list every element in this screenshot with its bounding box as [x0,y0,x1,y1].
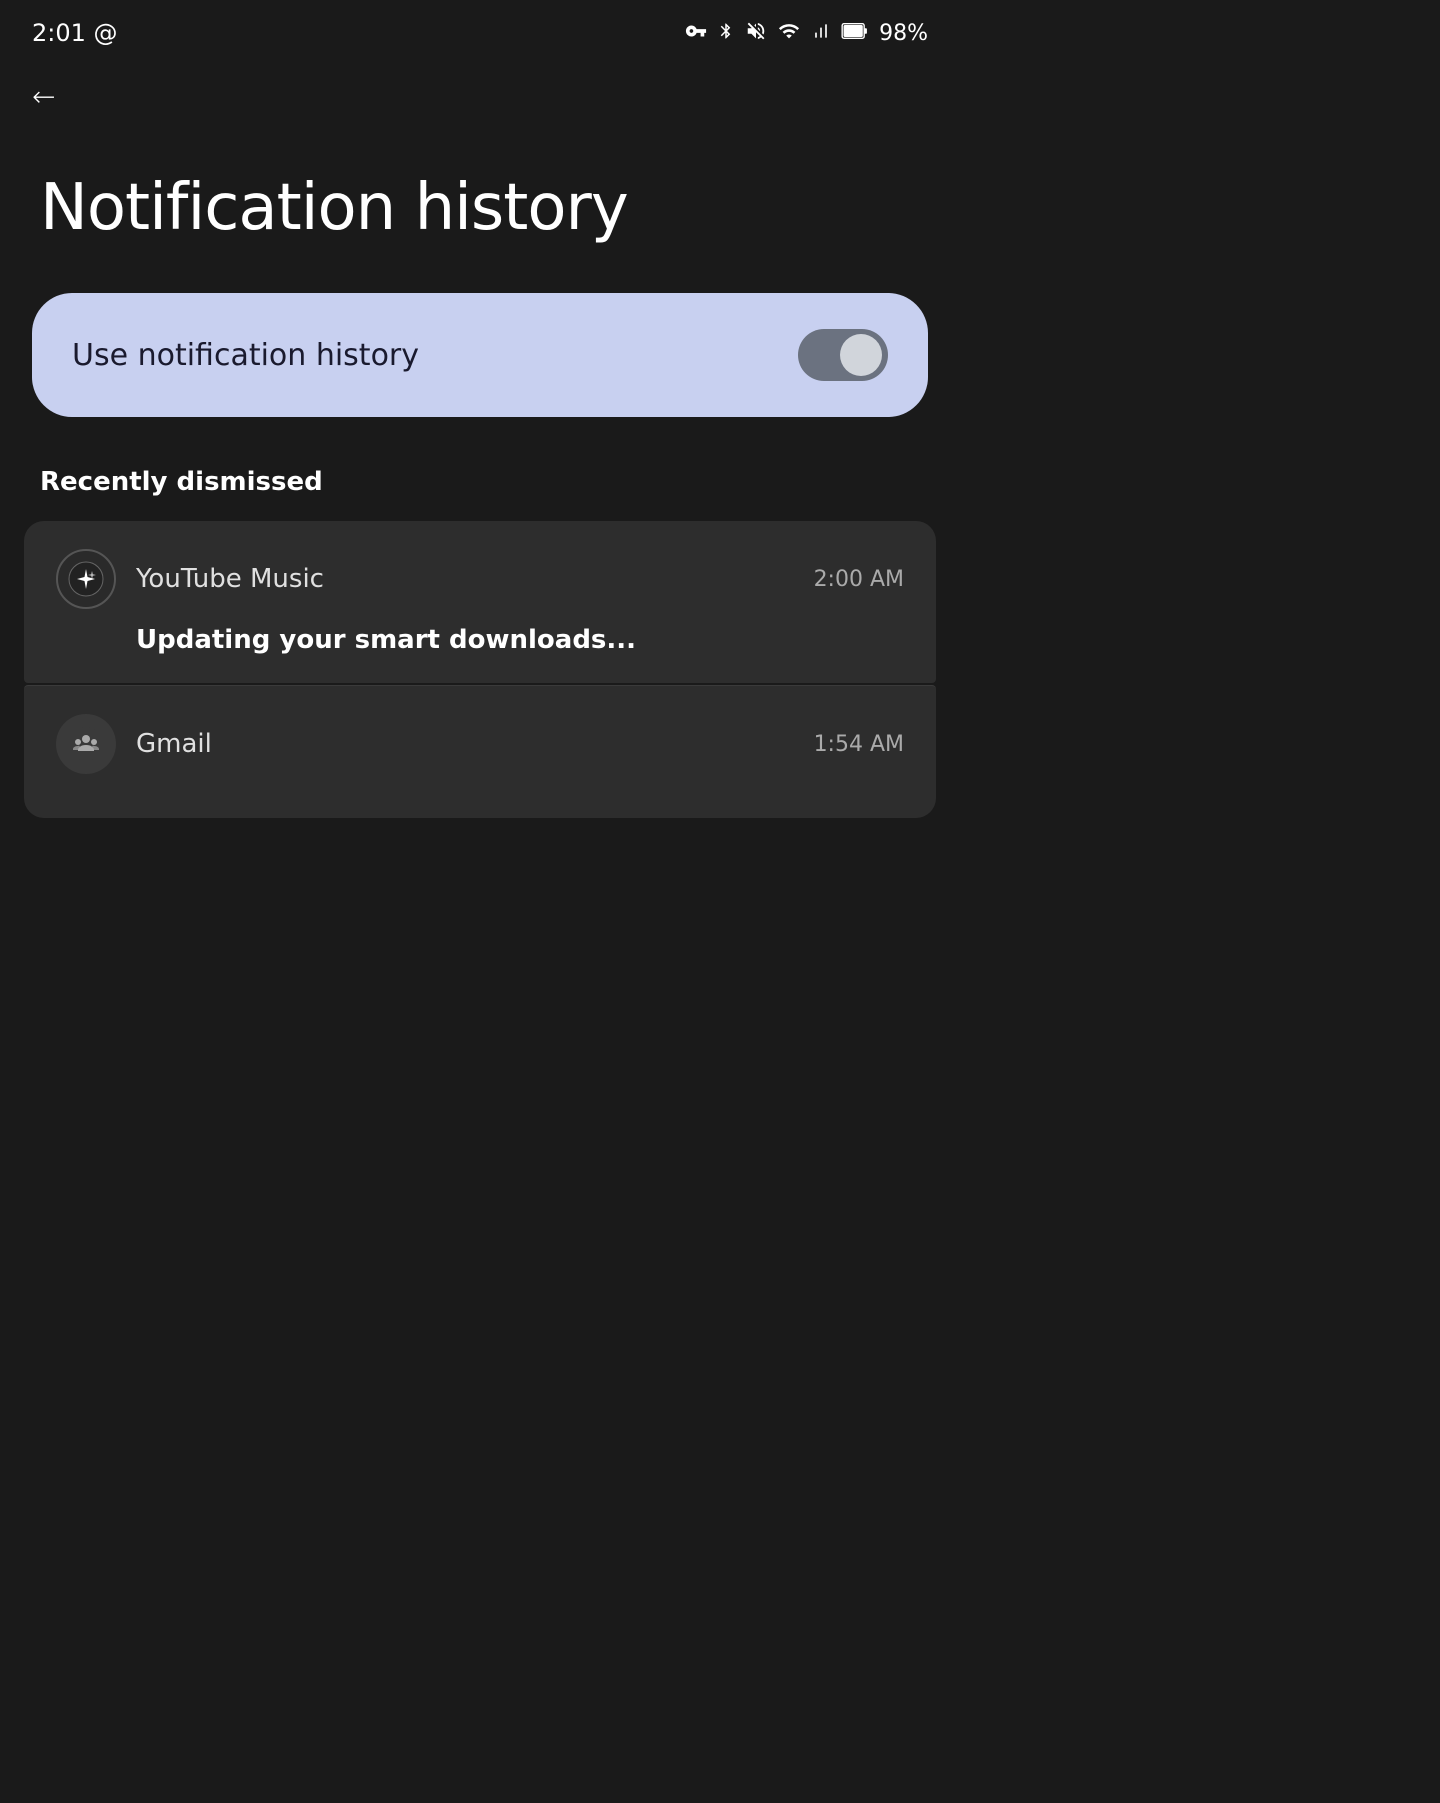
wifi-icon [777,20,801,47]
gmail-notification-header: Gmail 1:54 AM [56,714,904,774]
toggle-knob [840,334,882,376]
gmail-icon [56,714,116,774]
bluetooth-icon [717,20,735,47]
mute-icon [745,20,767,47]
youtube-music-icon [56,549,116,609]
recently-dismissed-header: Recently dismissed [0,467,960,521]
back-arrow-icon: ← [32,80,55,113]
app-info: YouTube Music [56,549,324,609]
status-icons: 98% [685,20,928,47]
page-title: Notification history [0,133,960,293]
toggle-label: Use notification history [72,338,419,373]
time-symbol: @ [94,19,118,47]
gmail-time: 1:54 AM [814,732,904,757]
battery-icon [841,20,869,47]
key-icon [685,20,707,47]
youtube-music-app-name: YouTube Music [136,564,324,594]
notification-header: YouTube Music 2:00 AM [56,549,904,609]
status-bar: 2:01 @ [0,0,960,60]
youtube-music-body: Updating your smart downloads... [56,625,904,655]
gmail-app-name: Gmail [136,729,212,759]
gmail-app-info: Gmail [56,714,212,774]
status-time: 2:01 @ [32,19,118,47]
notification-item-youtube-music: YouTube Music 2:00 AM Updating your smar… [24,521,936,683]
use-notification-history-card[interactable]: Use notification history [32,293,928,417]
notification-history-toggle[interactable] [798,329,888,381]
battery-percentage: 98% [879,21,928,46]
notification-item-gmail: Gmail 1:54 AM [24,685,936,818]
youtube-music-time: 2:00 AM [814,567,904,592]
back-button[interactable]: ← [0,60,960,133]
time-text: 2:01 [32,19,86,47]
signal-icon [811,20,831,47]
